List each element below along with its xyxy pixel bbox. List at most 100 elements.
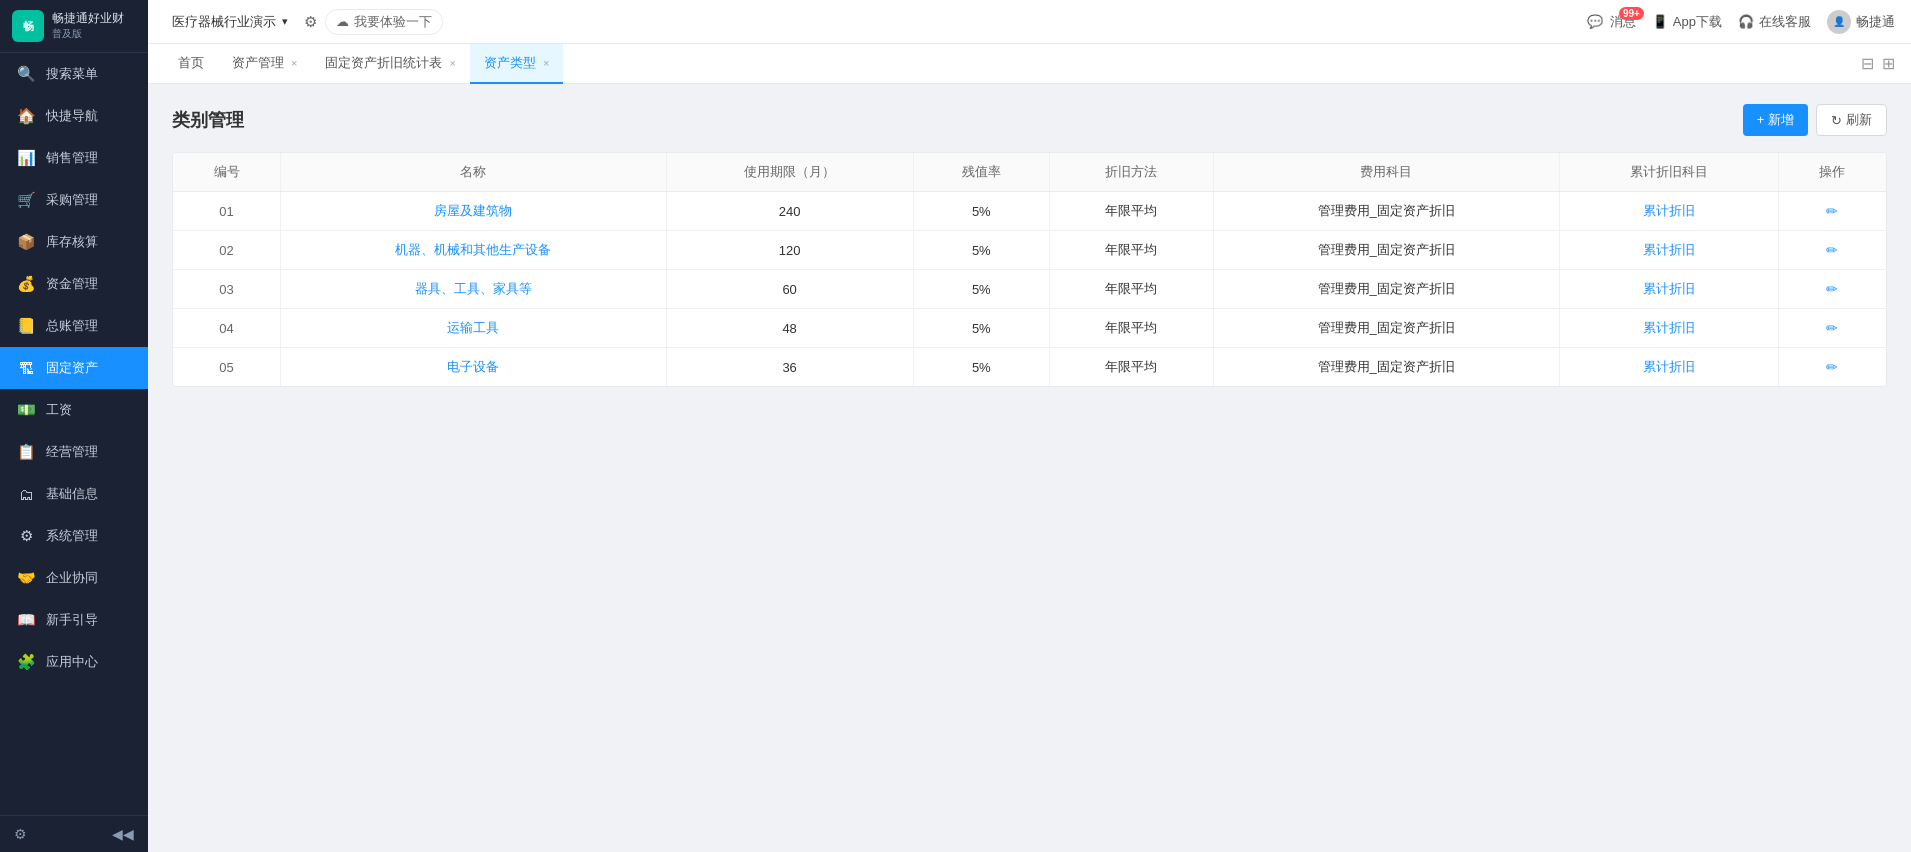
sidebar-item-apps[interactable]: 🧩 应用中心 xyxy=(0,641,148,683)
cell-code-4: 05 xyxy=(173,348,281,387)
tab-depreciation[interactable]: 固定资产折旧统计表 × xyxy=(311,44,469,84)
online-service-label: 在线客服 xyxy=(1759,13,1811,31)
cell-expense-3: 管理费用_固定资产折旧 xyxy=(1213,309,1559,348)
sidebar-item-system[interactable]: ⚙ 系统管理 xyxy=(0,515,148,557)
sidebar-item-ledger[interactable]: 📒 总账管理 xyxy=(0,305,148,347)
cell-period-3: 48 xyxy=(666,309,913,348)
cell-name-4[interactable]: 电子设备 xyxy=(281,348,667,387)
sidebar-label-collab: 企业协同 xyxy=(46,569,98,587)
sidebar-item-purchase[interactable]: 🛒 采购管理 xyxy=(0,179,148,221)
ledger-icon: 📒 xyxy=(16,317,36,335)
close-depreciation-icon[interactable]: × xyxy=(449,57,455,69)
cell-accum-1[interactable]: 累计折旧 xyxy=(1559,231,1778,270)
user-menu[interactable]: 👤 畅捷通 xyxy=(1827,10,1895,34)
online-service-btn[interactable]: 🎧 在线客服 xyxy=(1738,13,1811,31)
cell-accum-2[interactable]: 累计折旧 xyxy=(1559,270,1778,309)
sidebar-label-salary: 工资 xyxy=(46,401,72,419)
sales-icon: 📊 xyxy=(16,149,36,167)
col-action: 操作 xyxy=(1778,153,1886,192)
cell-residual-0: 5% xyxy=(913,192,1049,231)
maximize-icon[interactable]: ⊞ xyxy=(1882,54,1895,73)
collab-icon: 🤝 xyxy=(16,569,36,587)
cell-name-3[interactable]: 运输工具 xyxy=(281,309,667,348)
app-download-btn[interactable]: 📱 App下载 xyxy=(1652,13,1722,31)
edit-icon-3[interactable]: ✏ xyxy=(1826,320,1838,336)
collapse-sidebar-icon[interactable]: ◀◀ xyxy=(112,826,134,842)
sidebar-item-collab[interactable]: 🤝 企业协同 xyxy=(0,557,148,599)
sidebar-item-inventory[interactable]: 📦 库存核算 xyxy=(0,221,148,263)
sidebar-item-capital[interactable]: 💰 资金管理 xyxy=(0,263,148,305)
edit-icon-1[interactable]: ✏ xyxy=(1826,242,1838,258)
tab-asset-type-label: 资产类型 xyxy=(484,54,536,72)
cell-action-3: ✏ xyxy=(1778,309,1886,348)
cell-name-2[interactable]: 器具、工具、家具等 xyxy=(281,270,667,309)
close-asset-type-icon[interactable]: × xyxy=(543,57,549,69)
table-row: 05 电子设备 36 5% 年限平均 管理费用_固定资产折旧 累计折旧 ✏ xyxy=(173,348,1886,387)
sidebar-menu: 🔍 搜索菜单 🏠 快捷导航 📊 销售管理 🛒 采购管理 📦 库存核算 💰 资金管… xyxy=(0,53,148,815)
guide-icon: 📖 xyxy=(16,611,36,629)
sidebar-item-fixed[interactable]: 🏗 固定资产 xyxy=(0,347,148,389)
cell-period-2: 60 xyxy=(666,270,913,309)
sidebar-item-search[interactable]: 🔍 搜索菜单 xyxy=(0,53,148,95)
tab-asset-mgmt-label: 资产管理 xyxy=(232,54,284,72)
apps-icon: 🧩 xyxy=(16,653,36,671)
sidebar-item-sales[interactable]: 📊 销售管理 xyxy=(0,137,148,179)
cell-period-0: 240 xyxy=(666,192,913,231)
cell-accum-4[interactable]: 累计折旧 xyxy=(1559,348,1778,387)
sidebar-label-apps: 应用中心 xyxy=(46,653,98,671)
feedback-btn[interactable]: ☁ 我要体验一下 xyxy=(325,9,443,35)
col-period: 使用期限（月） xyxy=(666,153,913,192)
sidebar-item-quicknav[interactable]: 🏠 快捷导航 xyxy=(0,95,148,137)
edit-icon-2[interactable]: ✏ xyxy=(1826,281,1838,297)
tab-asset-mgmt[interactable]: 资产管理 × xyxy=(218,44,311,84)
basic-icon: 🗂 xyxy=(16,486,36,503)
sidebar-item-biz[interactable]: 📋 经营管理 xyxy=(0,431,148,473)
tab-depreciation-label: 固定资产折旧统计表 xyxy=(325,54,442,72)
col-residual: 残值率 xyxy=(913,153,1049,192)
topbar-right: 💬 消息 99+ 📱 App下载 🎧 在线客服 👤 畅捷通 xyxy=(1587,10,1895,34)
tab-asset-type[interactable]: 资产类型 × xyxy=(470,44,563,84)
sidebar-label-capital: 资金管理 xyxy=(46,275,98,293)
cell-name-1[interactable]: 机器、机械和其他生产设备 xyxy=(281,231,667,270)
col-code: 编号 xyxy=(173,153,281,192)
sidebar-item-basic[interactable]: 🗂 基础信息 xyxy=(0,473,148,515)
cell-code-1: 02 xyxy=(173,231,281,270)
cell-accum-0[interactable]: 累计折旧 xyxy=(1559,192,1778,231)
cell-action-0: ✏ xyxy=(1778,192,1886,231)
main-area: 医疗器械行业演示 ▾ ⚙ ☁ 我要体验一下 💬 消息 99+ 📱 App下载 🎧… xyxy=(148,0,1911,852)
sidebar-item-salary[interactable]: 💵 工资 xyxy=(0,389,148,431)
company-settings-icon[interactable]: ⚙ xyxy=(304,13,317,31)
new-btn[interactable]: + 新增 xyxy=(1743,104,1808,136)
cell-accum-3[interactable]: 累计折旧 xyxy=(1559,309,1778,348)
edit-icon-4[interactable]: ✏ xyxy=(1826,359,1838,375)
service-icon: 🎧 xyxy=(1738,14,1754,29)
avatar: 👤 xyxy=(1827,10,1851,34)
table-row: 04 运输工具 48 5% 年限平均 管理费用_固定资产折旧 累计折旧 ✏ xyxy=(173,309,1886,348)
cell-method-2: 年限平均 xyxy=(1049,270,1213,309)
sidebar-item-guide[interactable]: 📖 新手引导 xyxy=(0,599,148,641)
messages-btn[interactable]: 💬 消息 99+ xyxy=(1587,13,1636,31)
settings-footer-icon[interactable]: ⚙ xyxy=(14,826,27,842)
sidebar-label-purchase: 采购管理 xyxy=(46,191,98,209)
col-expense: 费用科目 xyxy=(1213,153,1559,192)
refresh-btn[interactable]: ↻ 刷新 xyxy=(1816,104,1887,136)
page-content: 类别管理 + 新增 ↻ 刷新 编号 名称 使用期限（月） 残值率 折旧方法 xyxy=(148,84,1911,852)
biz-icon: 📋 xyxy=(16,443,36,461)
cell-action-4: ✏ xyxy=(1778,348,1886,387)
purchase-icon: 🛒 xyxy=(16,191,36,209)
cell-action-2: ✏ xyxy=(1778,270,1886,309)
minimize-icon[interactable]: ⊟ xyxy=(1861,54,1874,73)
company-selector[interactable]: 医疗器械行业演示 ▾ xyxy=(164,9,296,35)
cell-name-0[interactable]: 房屋及建筑物 xyxy=(281,192,667,231)
tab-home[interactable]: 首页 xyxy=(164,44,218,84)
edit-icon-0[interactable]: ✏ xyxy=(1826,203,1838,219)
sidebar-label-ledger: 总账管理 xyxy=(46,317,98,335)
feedback-text: 我要体验一下 xyxy=(354,13,432,31)
page-actions: + 新增 ↻ 刷新 xyxy=(1743,104,1887,136)
cell-action-1: ✏ xyxy=(1778,231,1886,270)
close-asset-mgmt-icon[interactable]: × xyxy=(291,57,297,69)
table-row: 01 房屋及建筑物 240 5% 年限平均 管理费用_固定资产折旧 累计折旧 ✏ xyxy=(173,192,1886,231)
category-table: 编号 名称 使用期限（月） 残值率 折旧方法 费用科目 累计折旧科目 操作 01… xyxy=(172,152,1887,387)
feedback-cloud-icon: ☁ xyxy=(336,14,349,29)
sidebar-label-basic: 基础信息 xyxy=(46,485,98,503)
